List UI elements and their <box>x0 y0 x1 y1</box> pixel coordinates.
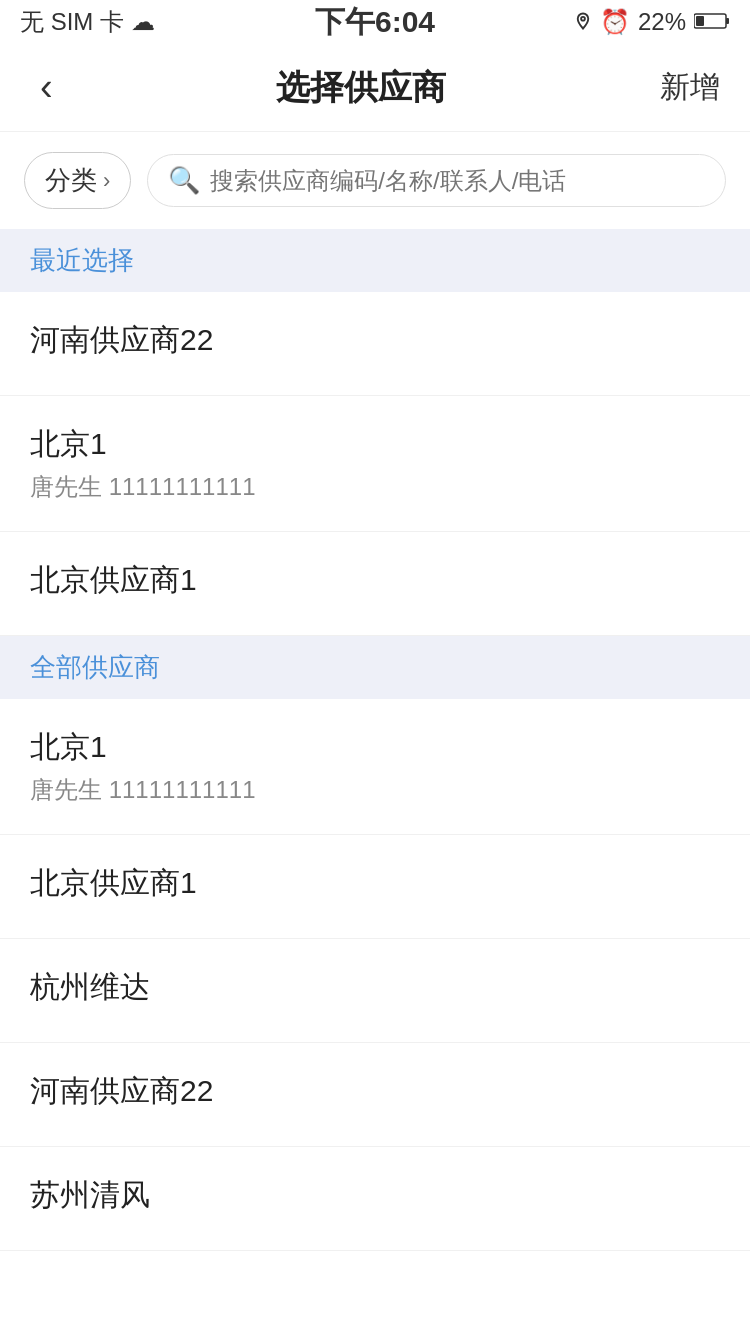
location-icon <box>574 8 592 36</box>
all-section-title: 全部供应商 <box>30 652 160 682</box>
chevron-icon: › <box>103 168 110 194</box>
recent-section-header: 最近选择 <box>0 229 750 292</box>
search-input[interactable] <box>210 167 705 195</box>
battery-text: 22% <box>638 8 686 36</box>
all-list-item[interactable]: 北京1 唐先生 11111111111 <box>0 699 750 835</box>
all-list-item[interactable]: 杭州维达 <box>0 939 750 1043</box>
recent-section-title: 最近选择 <box>30 245 134 275</box>
svg-point-0 <box>581 17 585 21</box>
item-sub: 唐先生 11111111111 <box>30 471 720 503</box>
item-name: 河南供应商22 <box>30 1071 720 1112</box>
item-name: 北京1 <box>30 424 720 465</box>
status-bar: 无 SIM 卡 ☁ 下午6:04 ⏰ 22% <box>0 0 750 44</box>
battery-icon <box>694 8 730 36</box>
all-list-item[interactable]: 河南供应商22 <box>0 1043 750 1147</box>
recent-list-item[interactable]: 河南供应商22 <box>0 292 750 396</box>
page-title: 选择供应商 <box>276 65 446 111</box>
filter-bar: 分类 › 🔍 <box>0 132 750 229</box>
nav-bar: ‹ 选择供应商 新增 <box>0 44 750 132</box>
item-name: 北京供应商1 <box>30 863 720 904</box>
all-list-item[interactable]: 苏州清风 <box>0 1147 750 1251</box>
status-time: 下午6:04 <box>315 2 435 43</box>
item-name: 苏州清风 <box>30 1175 720 1216</box>
recent-list-item[interactable]: 北京1 唐先生 11111111111 <box>0 396 750 532</box>
all-list-item[interactable]: 北京供应商1 <box>0 835 750 939</box>
alarm-icon: ⏰ <box>600 8 630 36</box>
svg-rect-3 <box>696 16 704 26</box>
recent-list: 河南供应商22 北京1 唐先生 11111111111 北京供应商1 <box>0 292 750 636</box>
category-label: 分类 <box>45 163 97 198</box>
recent-list-item[interactable]: 北京供应商1 <box>0 532 750 636</box>
status-left: 无 SIM 卡 ☁ <box>20 6 155 38</box>
all-section-header: 全部供应商 <box>0 636 750 699</box>
search-icon: 🔍 <box>168 165 200 196</box>
search-box[interactable]: 🔍 <box>147 154 726 207</box>
item-name: 北京供应商1 <box>30 560 720 601</box>
item-name: 杭州维达 <box>30 967 720 1008</box>
all-list: 北京1 唐先生 11111111111 北京供应商1 杭州维达河南供应商22 苏州清风 <box>0 699 750 1251</box>
status-right: ⏰ 22% <box>574 8 730 36</box>
item-name: 北京1 <box>30 727 720 768</box>
add-button[interactable]: 新增 <box>660 67 720 108</box>
item-name: 河南供应商22 <box>30 320 720 361</box>
item-sub: 唐先生 11111111111 <box>30 774 720 806</box>
category-filter[interactable]: 分类 › <box>24 152 131 209</box>
back-button[interactable]: ‹ <box>30 56 63 119</box>
svg-rect-2 <box>726 18 729 24</box>
no-sim-text: 无 SIM 卡 ☁ <box>20 6 155 38</box>
